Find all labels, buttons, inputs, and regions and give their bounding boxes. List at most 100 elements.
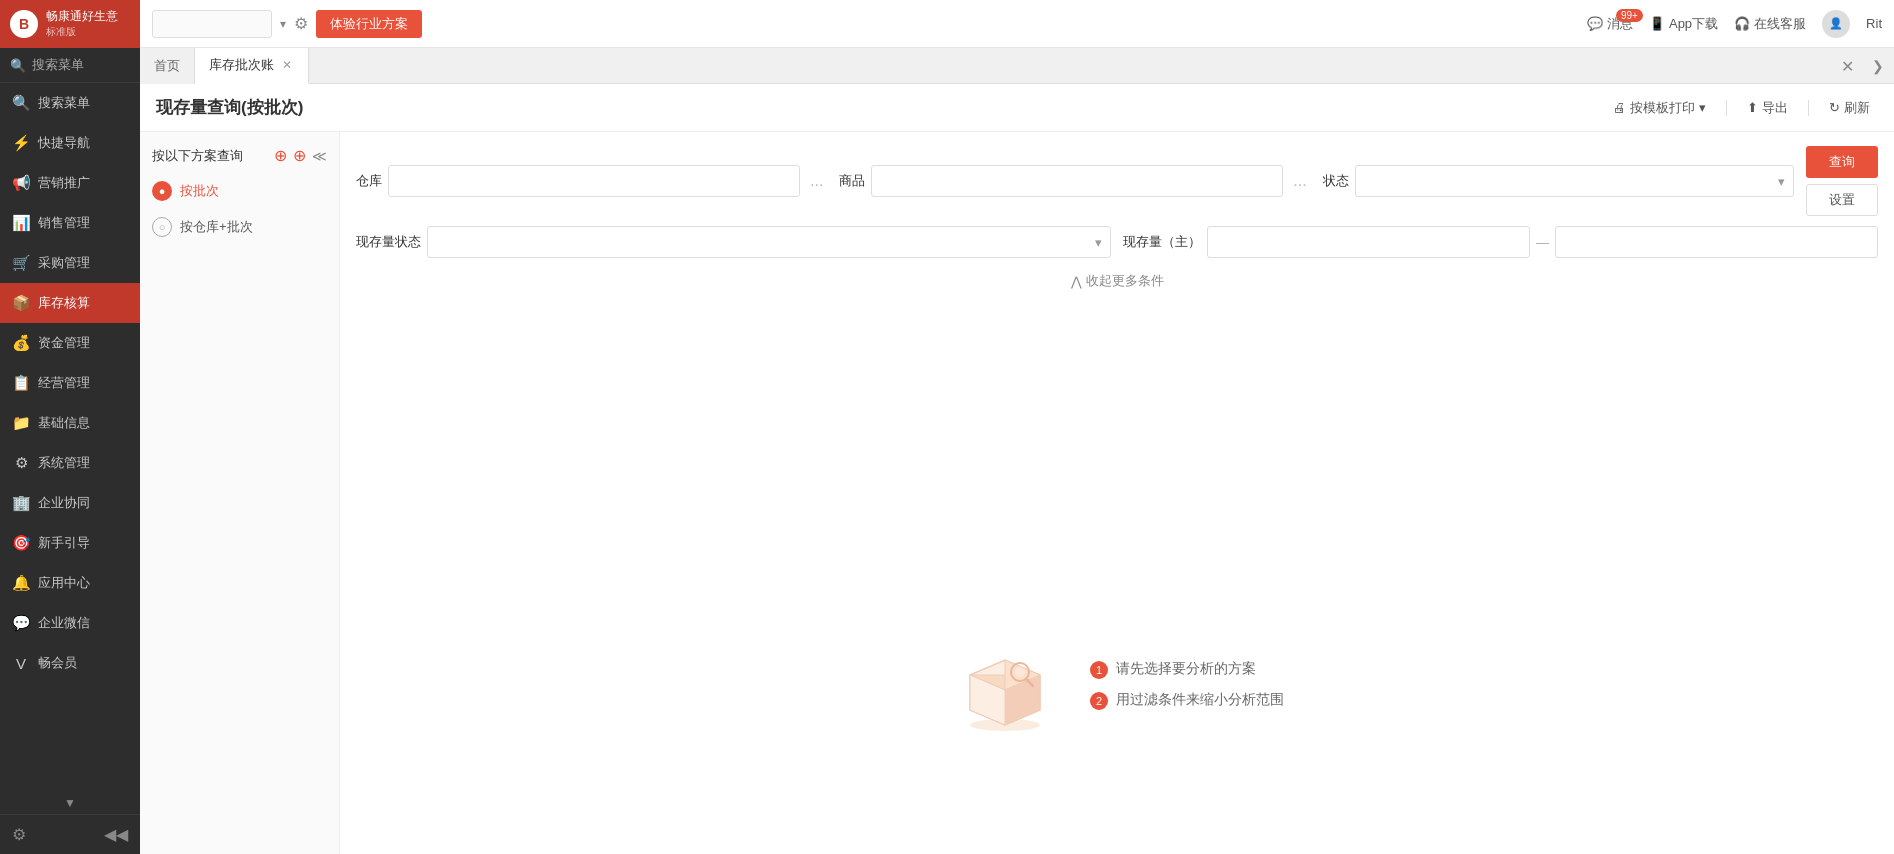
topbar-messages[interactable]: 💬 消息 99+ [1587, 15, 1633, 33]
left-panel-header: 按以下方案查询 ⊕ ⊕ ≪ [140, 142, 339, 173]
phone-icon: 📱 [1649, 16, 1665, 31]
sidebar-item-marketing[interactable]: 📢 营销推广 [0, 163, 140, 203]
settings-button[interactable]: 设置 [1806, 184, 1878, 216]
sidebar-logo: B [10, 10, 38, 38]
nav-label-operation: 经营管理 [38, 374, 90, 392]
product-input[interactable] [871, 165, 1283, 197]
sidebar-item-guide[interactable]: 🎯 新手引导 [0, 523, 140, 563]
topbar-search-input[interactable] [152, 10, 272, 38]
sidebar-item-wechat[interactable]: 💬 企业微信 [0, 603, 140, 643]
nav-icon-marketing: 📢 [12, 174, 30, 192]
step-1-num: 1 [1090, 661, 1108, 679]
manage-plan-icon[interactable]: ⊕ [293, 146, 306, 165]
sidebar-item-search[interactable]: 🔍 搜索菜单 [0, 83, 140, 123]
plan-active-checkmark: ● [159, 185, 166, 197]
nav-icon-quick: ⚡ [12, 134, 30, 152]
filter-product-group: 商品 ... [839, 165, 1310, 197]
warehouse-more-icon[interactable]: ... [806, 172, 827, 190]
empty-tip-2: 2 用过滤条件来缩小分析范围 [1090, 691, 1284, 710]
nav-icon-system: ⚙ [12, 454, 30, 472]
nav-label-purchase: 采购管理 [38, 254, 90, 272]
filter-inventory-status-group: 现存量状态 ▾ [356, 226, 1111, 258]
filter-inventory-qty-group: 现存量（主） — [1123, 226, 1878, 258]
status-select-arrow: ▾ [1778, 174, 1785, 189]
sidebar-item-quick[interactable]: ⚡ 快捷导航 [0, 123, 140, 163]
nav-label-enterprise: 企业协同 [38, 494, 90, 512]
inventory-qty-from-input[interactable] [1207, 226, 1530, 258]
topbar-left: ▾ ⚙ 体验行业方案 [152, 10, 1579, 38]
collapse-more-label: 收起更多条件 [1086, 272, 1164, 290]
topbar-gear-icon[interactable]: ⚙ [294, 14, 308, 33]
sidebar-item-member[interactable]: V 畅会员 [0, 643, 140, 683]
tab-home-label: 首页 [154, 57, 180, 75]
topbar-right: 💬 消息 99+ 📱 App下载 🎧 在线客服 👤 Rit [1587, 10, 1882, 38]
nav-icon-sales: 📊 [12, 214, 30, 232]
plan-item-warehouse-batch[interactable]: ○ 按仓库+批次 [140, 209, 339, 245]
tab-home[interactable]: 首页 [140, 48, 195, 84]
topbar-online-service[interactable]: 🎧 在线客服 [1734, 15, 1806, 33]
nav-label-member: 畅会员 [38, 654, 77, 672]
sidebar-header: B 畅康通好生意 标准版 [0, 0, 140, 48]
user-avatar[interactable]: 👤 [1822, 10, 1850, 38]
nav-icon-basic: 📁 [12, 414, 30, 432]
query-button[interactable]: 查询 [1806, 146, 1878, 178]
sidebar-item-enterprise[interactable]: 🏢 企业协同 [0, 483, 140, 523]
topbar-dropdown-arrow[interactable]: ▾ [280, 17, 286, 31]
sidebar-item-basic[interactable]: 📁 基础信息 [0, 403, 140, 443]
inventory-status-arrow: ▾ [1095, 235, 1102, 250]
trial-button[interactable]: 体验行业方案 [316, 10, 422, 38]
sidebar-item-finance[interactable]: 💰 资金管理 [0, 323, 140, 363]
tabs-close-all-icon[interactable]: ✕ [1841, 56, 1854, 75]
filter-row-2: 现存量状态 ▾ 现存量（主） — [356, 226, 1878, 258]
tabs-bar: 首页 库存批次账 ✕ ✕ ❯ [140, 48, 1894, 84]
export-action[interactable]: ⬆ 导出 [1739, 95, 1796, 121]
page-body: 按以下方案查询 ⊕ ⊕ ≪ ● 按批次 ○ [140, 132, 1894, 854]
status-select[interactable]: ▾ [1355, 165, 1794, 197]
sidebar-item-app[interactable]: 🔔 应用中心 [0, 563, 140, 603]
inventory-qty-dash: — [1536, 235, 1549, 250]
sidebar-brand-name: 畅康通好生意 [46, 9, 118, 25]
sidebar-search-label: 搜索菜单 [32, 56, 84, 74]
empty-state: 1 请先选择要分析的方案 2 用过滤条件来缩小分析范围 [356, 469, 1878, 840]
username-label[interactable]: Rit [1866, 16, 1882, 31]
nav-label-basic: 基础信息 [38, 414, 90, 432]
sidebar-item-sales[interactable]: 📊 销售管理 [0, 203, 140, 243]
nav-label-wechat: 企业微信 [38, 614, 90, 632]
empty-tip-1: 1 请先选择要分析的方案 [1090, 660, 1284, 679]
tab-close-icon[interactable]: ✕ [280, 58, 294, 72]
sidebar-item-operation[interactable]: 📋 经营管理 [0, 363, 140, 403]
sidebar-search[interactable]: 🔍 搜索菜单 [0, 48, 140, 83]
sidebar-item-purchase[interactable]: 🛒 采购管理 [0, 243, 140, 283]
settings-icon[interactable]: ⚙ [12, 825, 26, 844]
tabs-more-icon[interactable]: ❯ [1872, 58, 1884, 74]
tab-inventory-batch[interactable]: 库存批次账 ✕ [195, 48, 309, 84]
warehouse-input[interactable] [388, 165, 800, 197]
inventory-qty-to-input[interactable] [1555, 226, 1878, 258]
nav-icon-wechat: 💬 [12, 614, 30, 632]
sidebar-item-system[interactable]: ⚙ 系统管理 [0, 443, 140, 483]
refresh-action[interactable]: ↻ 刷新 [1821, 95, 1878, 121]
product-label: 商品 [839, 172, 865, 190]
sidebar-item-inventory[interactable]: 📦 库存核算 [0, 283, 140, 323]
inventory-status-select[interactable]: ▾ [427, 226, 1111, 258]
product-more-icon[interactable]: ... [1289, 172, 1310, 190]
nav-label-marketing: 营销推广 [38, 174, 90, 192]
empty-text: 1 请先选择要分析的方案 2 用过滤条件来缩小分析范围 [1090, 660, 1284, 710]
service-label: 在线客服 [1754, 15, 1806, 33]
print-dropdown-icon[interactable]: ▾ [1699, 100, 1706, 115]
filter-area: 仓库 ... 商品 ... 状态 [356, 146, 1878, 457]
sidebar-scroll-down[interactable]: ▼ [0, 792, 140, 814]
plan-item-batch[interactable]: ● 按批次 [140, 173, 339, 209]
divider-2 [1808, 100, 1809, 116]
nav-label-search: 搜索菜单 [38, 94, 90, 112]
nav-label-sales: 销售管理 [38, 214, 90, 232]
collapse-more-btn[interactable]: ⋀ 收起更多条件 [356, 268, 1878, 294]
print-action[interactable]: 🖨 按模板打印 ▾ [1605, 95, 1714, 121]
add-plan-icon[interactable]: ⊕ [274, 146, 287, 165]
app-label: App下载 [1669, 15, 1718, 33]
search-icon: 🔍 [10, 58, 26, 73]
plan-inactive-dot: ○ [159, 221, 166, 233]
collapse-panel-icon[interactable]: ≪ [312, 148, 327, 164]
collapse-sidebar-icon[interactable]: ◀◀ [104, 825, 128, 844]
topbar-app-download[interactable]: 📱 App下载 [1649, 15, 1718, 33]
